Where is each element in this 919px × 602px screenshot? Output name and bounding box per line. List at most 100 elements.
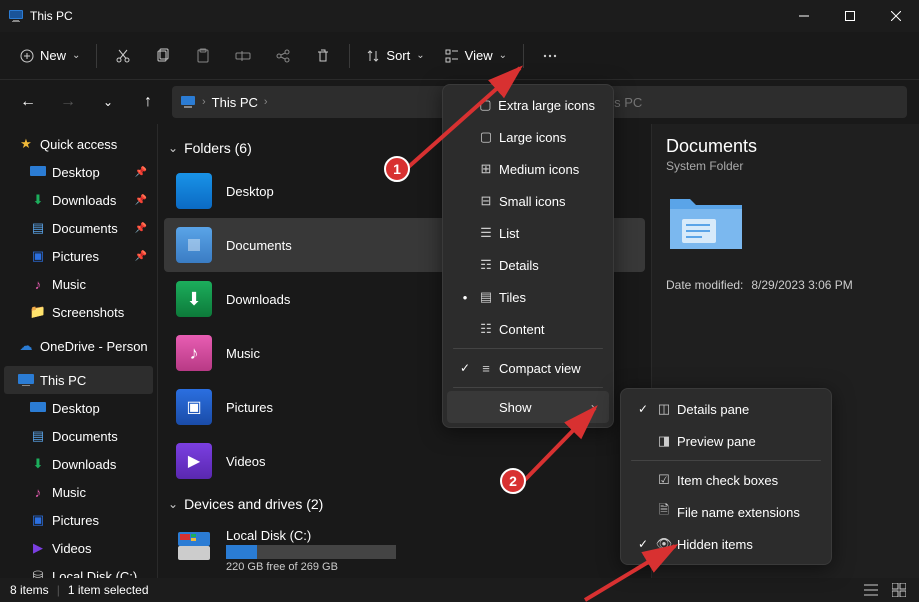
downloads-icon: ⬇ (30, 192, 46, 208)
sidebar-item-pictures[interactable]: ▣Pictures📌 (4, 242, 153, 270)
sidebar-item-music[interactable]: ♪Music (4, 270, 153, 298)
status-item-count: 8 items (10, 583, 49, 597)
menu-item-extra-large-icons[interactable]: ▢Extra large icons (447, 89, 609, 121)
sidebar-item-videos[interactable]: ▶Videos (4, 534, 153, 562)
group-header-devices[interactable]: ⌄Devices and drives (2) (158, 488, 651, 520)
clipboard-icon (195, 48, 211, 64)
menu-item-preview-pane[interactable]: ◨Preview pane (625, 425, 827, 457)
downloads-icon: ⬇ (30, 456, 46, 472)
pin-icon: 📌 (135, 167, 147, 178)
large-icons-icon: ▢ (477, 129, 495, 145)
breadcrumb-item[interactable]: This PC (212, 95, 258, 110)
downloads-folder-icon: ⬇ (176, 281, 212, 317)
copy-button[interactable] (145, 38, 181, 74)
menu-item-tiles[interactable]: •▤Tiles (447, 281, 609, 313)
icons-view-button[interactable] (889, 580, 909, 600)
pictures-icon: ▣ (30, 512, 46, 528)
small-icons-icon: ⊟ (477, 193, 495, 209)
folder-item-videos[interactable]: ▶Videos (158, 434, 651, 488)
back-button[interactable]: ← (12, 86, 44, 118)
annotation-badge-1: 1 (384, 156, 410, 182)
sidebar-item-music[interactable]: ♪Music (4, 478, 153, 506)
menu-item-details[interactable]: ☶Details (447, 249, 609, 281)
desktop-folder-icon (176, 173, 212, 209)
sidebar-item-desktop[interactable]: Desktop (4, 394, 153, 422)
menu-item-details-pane[interactable]: ✓◫Details pane (625, 393, 827, 425)
sidebar-onedrive[interactable]: ☁OneDrive - Person (4, 332, 153, 360)
music-icon: ♪ (30, 276, 46, 292)
drive-capacity-bar (226, 545, 396, 559)
menu-item-hidden-items[interactable]: ✓👁Hidden items (625, 528, 827, 560)
sidebar-item-screenshots[interactable]: 📁Screenshots (4, 298, 153, 326)
menu-item-compact-view[interactable]: ✓≡Compact view (447, 352, 609, 384)
forward-button[interactable]: → (52, 86, 84, 118)
status-selected-count: 1 item selected (68, 583, 149, 597)
medium-icons-icon: ⊞ (477, 161, 495, 177)
cut-button[interactable] (105, 38, 141, 74)
sidebar-item-local-disk-c[interactable]: ⛁Local Disk (C:) (4, 562, 153, 578)
menu-item-small-icons[interactable]: ⊟Small icons (447, 185, 609, 217)
view-icon (445, 49, 459, 63)
menu-item-file-name-extensions[interactable]: 🗎File name extensions (625, 496, 827, 528)
recent-locations-button[interactable]: ⌄ (92, 86, 124, 118)
rename-button[interactable] (225, 38, 261, 74)
chevron-right-icon: › (591, 400, 595, 414)
sidebar-item-pictures[interactable]: ▣Pictures (4, 506, 153, 534)
rename-icon (235, 48, 251, 64)
extra-large-icons-icon: ▢ (477, 97, 495, 113)
sidebar-item-downloads[interactable]: ⬇Downloads (4, 450, 153, 478)
documents-icon: ▤ (30, 220, 46, 236)
view-button[interactable]: View ⌄ (437, 38, 515, 74)
documents-icon: ▤ (30, 428, 46, 444)
up-button[interactable]: ↑ (132, 86, 164, 118)
pin-icon: 📌 (135, 223, 147, 234)
view-menu: ▢Extra large icons ▢Large icons ⊞Medium … (442, 84, 614, 428)
trash-icon (315, 48, 331, 64)
preview-pane-icon: ◨ (655, 433, 673, 449)
music-icon: ♪ (30, 484, 46, 500)
maximize-button[interactable] (827, 0, 873, 32)
menu-item-list[interactable]: ☰List (447, 217, 609, 249)
drive-item-local-disk-c[interactable]: Local Disk (C:) 220 GB free of 269 GB (158, 520, 651, 578)
sidebar-item-documents[interactable]: ▤Documents (4, 422, 153, 450)
annotation-badge-2: 2 (500, 468, 526, 494)
close-button[interactable] (873, 0, 919, 32)
menu-separator (453, 348, 603, 349)
paste-button[interactable] (185, 38, 221, 74)
sidebar-this-pc[interactable]: This PC (4, 366, 153, 394)
menu-item-content[interactable]: ☷Content (447, 313, 609, 345)
details-view-button[interactable] (861, 580, 881, 600)
tiles-icon: ▤ (477, 289, 495, 305)
status-bar: 8 items | 1 item selected (0, 578, 919, 602)
plus-circle-icon (20, 49, 34, 63)
sort-button[interactable]: Sort ⌄ (358, 38, 432, 74)
sidebar-item-desktop[interactable]: Desktop📌 (4, 158, 153, 186)
details-icon: ☶ (477, 257, 495, 273)
new-button[interactable]: New ⌄ (12, 38, 88, 74)
toolbar: New ⌄ Sort ⌄ View ⌄ (0, 32, 919, 80)
check-icon: ✓ (457, 361, 473, 375)
delete-button[interactable] (305, 38, 341, 74)
titlebar: This PC (0, 0, 919, 32)
menu-item-large-icons[interactable]: ▢Large icons (447, 121, 609, 153)
show-submenu: ✓◫Details pane ◨Preview pane ☑Item check… (620, 388, 832, 565)
menu-item-item-check-boxes[interactable]: ☑Item check boxes (625, 464, 827, 496)
share-button[interactable] (265, 38, 301, 74)
desktop-icon (30, 400, 46, 416)
sidebar-item-downloads[interactable]: ⬇Downloads📌 (4, 186, 153, 214)
sidebar-quick-access[interactable]: ★ Quick access (4, 130, 153, 158)
folder-icon: 📁 (30, 304, 46, 320)
share-icon (275, 48, 291, 64)
ellipsis-icon (542, 48, 558, 64)
radio-selected-icon: • (457, 290, 473, 305)
menu-item-show[interactable]: Show› (447, 391, 609, 423)
more-button[interactable] (532, 38, 568, 74)
pictures-icon: ▣ (30, 248, 46, 264)
this-pc-icon (18, 372, 34, 388)
checkbox-icon: ☑ (655, 472, 673, 488)
sidebar-item-documents[interactable]: ▤Documents📌 (4, 214, 153, 242)
menu-item-medium-icons[interactable]: ⊞Medium icons (447, 153, 609, 185)
minimize-button[interactable] (781, 0, 827, 32)
navigation-pane: ★ Quick access Desktop📌 ⬇Downloads📌 ▤Doc… (0, 124, 158, 578)
videos-icon: ▶ (30, 540, 46, 556)
